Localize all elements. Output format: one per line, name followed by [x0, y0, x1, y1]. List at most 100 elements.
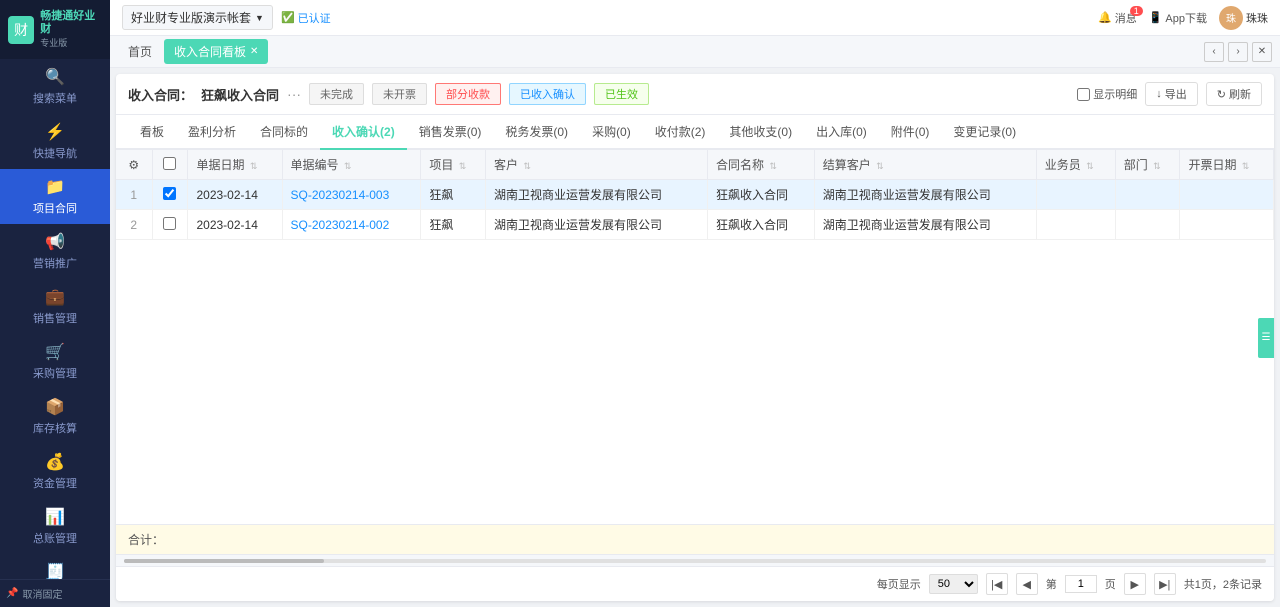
row2-num: 2	[116, 210, 152, 240]
status-effective[interactable]: 已生效	[594, 83, 649, 105]
status-confirmed[interactable]: 已收入确认	[509, 83, 586, 105]
app-download-btn[interactable]: 📱 App下载	[1149, 10, 1207, 26]
col-checkbox-all[interactable]	[152, 150, 188, 180]
export-btn[interactable]: ↓ 导出	[1145, 82, 1198, 106]
gear-icon[interactable]: ⚙	[128, 158, 139, 172]
scroll-bar-area[interactable]	[116, 554, 1274, 566]
row2-select-checkbox[interactable]	[163, 217, 176, 230]
col-settlement-sort-icon[interactable]: ⇅	[876, 161, 884, 171]
per-page-select[interactable]: 50 100 200	[929, 574, 978, 594]
sidebar-item-quick[interactable]: ⚡ 快捷导航	[0, 114, 110, 169]
col-customer-header[interactable]: 客户 ⇅	[486, 150, 708, 180]
show-detail-check[interactable]: 显示明细	[1077, 86, 1137, 102]
company-selector[interactable]: 好业财专业版演示帐套 ▼	[122, 5, 273, 30]
table-header-row: ⚙ 单据日期 ⇅ 单据编号 ⇅	[116, 150, 1274, 180]
row1-select-checkbox[interactable]	[163, 187, 176, 200]
select-all-checkbox[interactable]	[163, 157, 176, 170]
col-settlement-header[interactable]: 结算客户 ⇅	[814, 150, 1036, 180]
col-project-header[interactable]: 项目 ⇅	[421, 150, 486, 180]
sidebar-item-finance[interactable]: 💰 资金管理	[0, 444, 110, 499]
row1-billno-link[interactable]: SQ-20230214-003	[291, 188, 390, 202]
row2-billno-link[interactable]: SQ-20230214-002	[291, 218, 390, 232]
col-date-header[interactable]: 单据日期 ⇅	[188, 150, 282, 180]
right-panel-toggle[interactable]: ☰	[1258, 318, 1274, 358]
col-billno-header[interactable]: 单据编号 ⇅	[282, 150, 421, 180]
sub-tab-other[interactable]: 其他收支(0)	[717, 115, 804, 150]
col-gear[interactable]: ⚙	[116, 150, 152, 180]
sub-tab-profit[interactable]: 盈利分析	[176, 115, 248, 150]
tab-next-btn[interactable]: ›	[1228, 42, 1248, 62]
col-dept-header[interactable]: 部门 ⇅	[1115, 150, 1180, 180]
sidebar-item-invoice[interactable]: 🧾 发票管理	[0, 554, 110, 579]
row2-customer: 湖南卫视商业运营发展有限公司	[486, 210, 708, 240]
message-btn[interactable]: 🔔 1 消息	[1098, 10, 1137, 26]
money-icon: 💰	[45, 452, 65, 472]
col-date-sort-icon[interactable]: ⇅	[250, 161, 258, 171]
sub-tab-payment[interactable]: 收付款(2)	[643, 115, 718, 150]
scroll-thumb[interactable]	[124, 559, 324, 563]
sub-tab-board[interactable]: 看板	[128, 115, 176, 150]
row1-salesman	[1036, 180, 1115, 210]
col-project-sort-icon[interactable]: ⇅	[459, 161, 467, 171]
table-row[interactable]: 2 2023-02-14 SQ-20230214-002 狂飙 湖南卫视商业运营…	[116, 210, 1274, 240]
box-icon: 📦	[45, 397, 65, 417]
sidebar-item-sales[interactable]: 💼 销售管理	[0, 279, 110, 334]
status-partial-payment[interactable]: 部分收款	[435, 83, 501, 105]
tab-contract-board[interactable]: 收入合同看板 ✕	[164, 39, 268, 64]
sidebar-item-purchase[interactable]: 🛒 采购管理	[0, 334, 110, 389]
panel-toggle-icon: ☰	[1262, 332, 1271, 343]
row2-checkbox[interactable]	[152, 210, 188, 240]
page-prev-btn[interactable]: ◀	[1016, 573, 1038, 595]
page-input[interactable]	[1065, 575, 1097, 593]
page-next-btn[interactable]: ▶	[1124, 573, 1146, 595]
sub-tab-revenue-confirm[interactable]: 收入确认(2)	[320, 115, 407, 150]
page-first-btn[interactable]: |◀	[986, 573, 1008, 595]
page-last-btn[interactable]: ▶|	[1154, 573, 1176, 595]
tab-close-btn[interactable]: ✕	[1252, 42, 1272, 62]
refresh-btn[interactable]: ↻ 刷新	[1206, 82, 1262, 106]
row2-billno[interactable]: SQ-20230214-002	[282, 210, 421, 240]
sidebar-item-project[interactable]: 📁 项目合同	[0, 169, 110, 224]
sidebar-item-search[interactable]: 🔍 搜索菜单	[0, 59, 110, 114]
sidebar-unpin-btn[interactable]: 📌 取消固定	[0, 579, 110, 607]
tab-home[interactable]: 首页	[118, 39, 162, 64]
col-invoicedate-header[interactable]: 开票日期 ⇅	[1180, 150, 1274, 180]
row1-customer: 湖南卫视商业运营发展有限公司	[486, 180, 708, 210]
sidebar-item-marketing[interactable]: 📢 营销推广	[0, 224, 110, 279]
sub-tab-attachment[interactable]: 附件(0)	[879, 115, 942, 150]
col-contract-header[interactable]: 合同名称 ⇅	[707, 150, 814, 180]
sub-tab-subject[interactable]: 合同标的	[248, 115, 320, 150]
sidebar-item-ledger[interactable]: 📊 总账管理	[0, 499, 110, 554]
row1-billno[interactable]: SQ-20230214-003	[282, 180, 421, 210]
company-name: 好业财专业版演示帐套	[131, 9, 251, 26]
sub-tab-change-log[interactable]: 变更记录(0)	[941, 115, 1028, 150]
col-invoicedate-sort-icon[interactable]: ⇅	[1242, 161, 1250, 171]
sub-tab-tax-invoice[interactable]: 税务发票(0)	[493, 115, 580, 150]
tab-close-icon[interactable]: ✕	[250, 46, 258, 57]
user-btn[interactable]: 珠 珠珠	[1219, 6, 1268, 30]
row1-checkbox[interactable]	[152, 180, 188, 210]
tab-prev-btn[interactable]: ‹	[1204, 42, 1224, 62]
col-project-label: 项目	[429, 158, 453, 172]
folder-icon: 📁	[45, 177, 65, 197]
table-container: ⚙ 单据日期 ⇅ 单据编号 ⇅	[116, 150, 1274, 524]
sidebar-item-inventory[interactable]: 📦 库存核算	[0, 389, 110, 444]
tab-contract-board-label: 收入合同看板	[174, 43, 246, 60]
status-confirmed-label: 已收入确认	[520, 89, 575, 101]
table-row[interactable]: 1 2023-02-14 SQ-20230214-003 狂飙 湖南卫视商业运营…	[116, 180, 1274, 210]
col-salesman-header[interactable]: 业务员 ⇅	[1036, 150, 1115, 180]
sub-tab-warehouse[interactable]: 出入库(0)	[804, 115, 879, 150]
scroll-track[interactable]	[124, 559, 1266, 563]
col-contract-sort-icon[interactable]: ⇅	[769, 161, 777, 171]
col-customer-label: 客户	[494, 158, 518, 172]
col-billno-sort-icon[interactable]: ⇅	[344, 161, 352, 171]
col-customer-sort-icon[interactable]: ⇅	[523, 161, 531, 171]
status-unfinished[interactable]: 未完成	[309, 83, 364, 105]
col-dept-sort-icon[interactable]: ⇅	[1153, 161, 1161, 171]
show-detail-checkbox[interactable]	[1077, 88, 1090, 101]
more-icon[interactable]: ···	[287, 86, 301, 102]
status-uninvoiced[interactable]: 未开票	[372, 83, 427, 105]
col-salesman-sort-icon[interactable]: ⇅	[1086, 161, 1094, 171]
sub-tab-purchase[interactable]: 采购(0)	[580, 115, 643, 150]
sub-tab-sales-invoice[interactable]: 销售发票(0)	[407, 115, 494, 150]
